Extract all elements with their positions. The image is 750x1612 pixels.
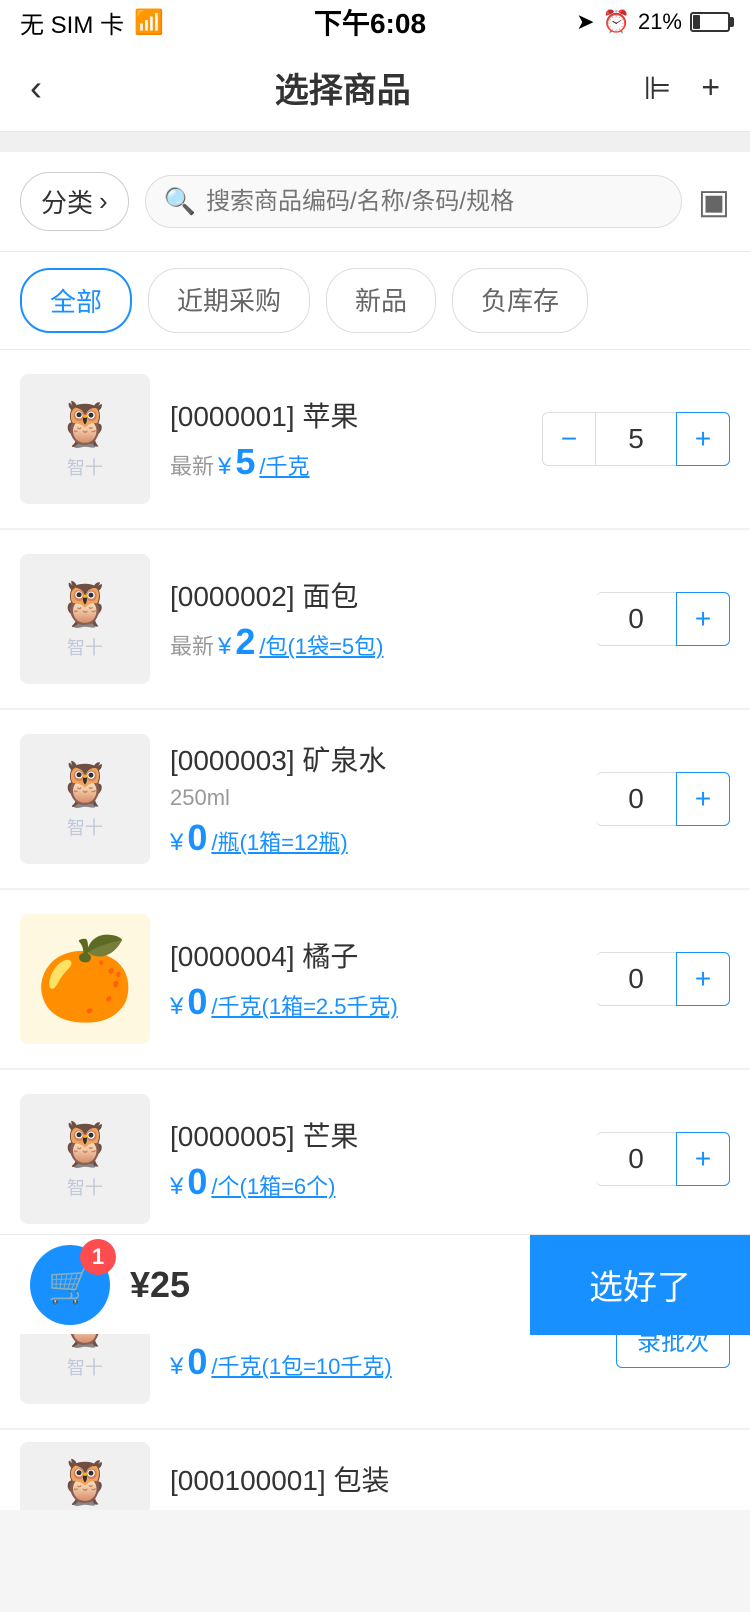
quantity-increase-button[interactable]: + bbox=[676, 592, 730, 646]
filter-icon[interactable]: ⊫ bbox=[643, 69, 671, 107]
product-price: ¥ 0 /千克(1包=10千克) bbox=[170, 1341, 596, 1383]
tab-recent[interactable]: 近期采购 bbox=[148, 268, 310, 333]
status-right: ➤ ⏰ 21% bbox=[576, 9, 730, 35]
quantity-controls: + bbox=[596, 1132, 730, 1186]
carrier-label: 无 SIM 卡 bbox=[20, 5, 124, 40]
product-info: [0000004] 橘子 ¥ 0 /千克(1箱=2.5千克) bbox=[170, 935, 576, 1023]
product-info: [0000001] 苹果 最新 ¥ 5 /千克 bbox=[170, 395, 522, 483]
product-price: ¥ 0 /个(1箱=6个) bbox=[170, 1161, 576, 1203]
product-info: [0000003] 矿泉水 250ml ¥ 0 /瓶(1箱=12瓶) bbox=[170, 739, 576, 859]
alarm-icon: ⏰ bbox=[603, 9, 630, 35]
search-icon: 🔍 bbox=[164, 186, 196, 217]
list-item: 🍊 [0000004] 橘子 ¥ 0 /千克(1箱=2.5千克) + bbox=[0, 890, 750, 1068]
product-name: [0000001] 苹果 bbox=[170, 395, 522, 435]
product-info: [000100001] 包装 bbox=[170, 1459, 730, 1505]
quantity-input[interactable] bbox=[596, 1132, 676, 1186]
quantity-input[interactable] bbox=[596, 412, 676, 466]
product-name: [0000005] 芒果 bbox=[170, 1115, 576, 1155]
product-info: [0000002] 面包 最新 ¥ 2 /包(1袋=5包) bbox=[170, 575, 576, 663]
cart-badge: 1 bbox=[80, 1239, 116, 1275]
nav-divider bbox=[0, 132, 750, 152]
category-chevron: › bbox=[99, 186, 108, 217]
quantity-controls: + bbox=[596, 772, 730, 826]
status-time: 下午6:08 bbox=[314, 2, 426, 42]
placeholder-logo: 🦉 bbox=[58, 1456, 113, 1508]
placeholder-logo: 🦉 智十 bbox=[58, 1118, 113, 1200]
product-image: 🦉 智十 bbox=[20, 374, 150, 504]
quantity-increase-button[interactable]: + bbox=[676, 772, 730, 826]
product-name: [0000002] 面包 bbox=[170, 575, 576, 615]
cart-section: 🛒 1 ¥25 bbox=[0, 1245, 530, 1325]
tab-all[interactable]: 全部 bbox=[20, 268, 132, 333]
product-image: 🦉 智十 bbox=[20, 1094, 150, 1224]
search-input[interactable] bbox=[206, 188, 663, 216]
quantity-input[interactable] bbox=[596, 592, 676, 646]
category-button[interactable]: 分类 › bbox=[20, 172, 129, 231]
nav-left[interactable]: ‹ bbox=[30, 67, 42, 109]
battery-label: 21% bbox=[638, 9, 682, 35]
list-item: 🦉 [000100001] 包装 bbox=[0, 1430, 750, 1510]
location-icon: ➤ bbox=[576, 9, 594, 35]
product-name: [0000004] 橘子 bbox=[170, 935, 576, 975]
scan-icon[interactable]: ▣ bbox=[698, 182, 730, 222]
quantity-controls: + bbox=[596, 592, 730, 646]
list-item: 🦉 智十 [0000001] 苹果 最新 ¥ 5 /千克 − + bbox=[0, 350, 750, 528]
product-name: [0000003] 矿泉水 bbox=[170, 739, 576, 779]
list-item: 🦉 智十 [0000002] 面包 最新 ¥ 2 /包(1袋=5包) + bbox=[0, 530, 750, 708]
quantity-controls: − + bbox=[542, 412, 730, 466]
product-info: [0000005] 芒果 ¥ 0 /个(1箱=6个) bbox=[170, 1115, 576, 1203]
product-list: 🦉 智十 [0000001] 苹果 最新 ¥ 5 /千克 − + � bbox=[0, 350, 750, 1510]
product-spec: 250ml bbox=[170, 785, 576, 811]
filter-bar: 分类 › 🔍 ▣ bbox=[0, 152, 750, 252]
nav-bar: ‹ 选择商品 ⊫ + bbox=[0, 44, 750, 132]
bottom-bar: 🛒 1 ¥25 选好了 bbox=[0, 1234, 750, 1334]
product-price: ¥ 0 /千克(1箱=2.5千克) bbox=[170, 981, 576, 1023]
list-item: 🦉 智十 [0000003] 矿泉水 250ml ¥ 0 /瓶(1箱=12瓶) … bbox=[0, 710, 750, 888]
product-image: 🦉 bbox=[20, 1442, 150, 1510]
placeholder-logo: 🦉 智十 bbox=[58, 758, 113, 840]
quantity-increase-button[interactable]: + bbox=[676, 952, 730, 1006]
tab-bar: 全部 近期采购 新品 负库存 bbox=[0, 252, 750, 350]
status-left: 无 SIM 卡 📶 bbox=[20, 5, 164, 40]
quantity-increase-button[interactable]: + bbox=[676, 412, 730, 466]
battery-icon bbox=[690, 12, 730, 32]
quantity-input[interactable] bbox=[596, 772, 676, 826]
product-image: 🦉 智十 bbox=[20, 734, 150, 864]
quantity-decrease-button[interactable]: − bbox=[542, 412, 596, 466]
add-icon[interactable]: + bbox=[701, 69, 720, 106]
placeholder-logo: 🦉 智十 bbox=[58, 578, 113, 660]
tab-new[interactable]: 新品 bbox=[326, 268, 436, 333]
product-image: 🍊 bbox=[20, 914, 150, 1044]
quantity-increase-button[interactable]: + bbox=[676, 1132, 730, 1186]
list-item: 🦉 智十 [0000005] 芒果 ¥ 0 /个(1箱=6个) + bbox=[0, 1070, 750, 1248]
cart-total: ¥25 bbox=[130, 1264, 190, 1306]
placeholder-logo: 🦉 智十 bbox=[58, 398, 113, 480]
page-title: 选择商品 bbox=[275, 63, 411, 112]
back-button[interactable]: ‹ bbox=[30, 67, 42, 109]
status-bar: 无 SIM 卡 📶 下午6:08 ➤ ⏰ 21% bbox=[0, 0, 750, 44]
category-label: 分类 bbox=[41, 183, 93, 220]
search-box[interactable]: 🔍 bbox=[145, 175, 682, 228]
product-price: ¥ 0 /瓶(1箱=12瓶) bbox=[170, 817, 576, 859]
product-name: [000100001] 包装 bbox=[170, 1459, 730, 1499]
product-price: 最新 ¥ 2 /包(1袋=5包) bbox=[170, 621, 576, 663]
product-image: 🦉 智十 bbox=[20, 554, 150, 684]
quantity-controls: + bbox=[596, 952, 730, 1006]
wifi-icon: 📶 bbox=[134, 8, 164, 37]
nav-right[interactable]: ⊫ + bbox=[643, 69, 720, 107]
confirm-button[interactable]: 选好了 bbox=[530, 1235, 750, 1335]
tab-negative[interactable]: 负库存 bbox=[452, 268, 588, 333]
product-price: 最新 ¥ 5 /千克 bbox=[170, 441, 522, 483]
quantity-input[interactable] bbox=[596, 952, 676, 1006]
cart-icon-wrap[interactable]: 🛒 1 bbox=[30, 1245, 110, 1325]
